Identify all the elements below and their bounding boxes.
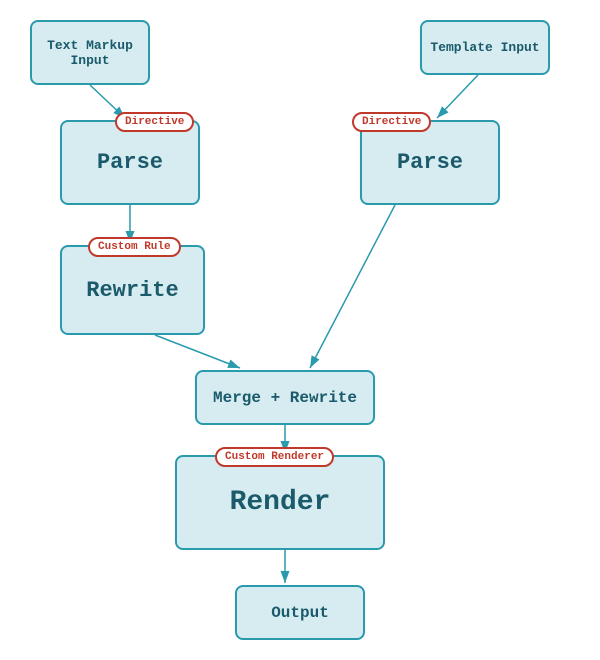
text-markup-input-label: Text Markup Input (32, 38, 148, 68)
merge-rewrite-label: Merge + Rewrite (213, 389, 357, 407)
parse-right-node: Parse (360, 120, 500, 205)
merge-rewrite-node: Merge + Rewrite (195, 370, 375, 425)
rewrite-node: Rewrite (60, 245, 205, 335)
parse-left-label: Parse (97, 150, 163, 175)
directive-left-badge: Directive (115, 112, 194, 132)
template-input-label: Template Input (430, 40, 539, 55)
diagram: Text Markup Input Template Input Parse D… (0, 0, 600, 660)
output-node: Output (235, 585, 365, 640)
custom-rule-badge: Custom Rule (88, 237, 181, 257)
directive-right-text: Directive (362, 116, 421, 128)
custom-renderer-badge: Custom Renderer (215, 447, 334, 467)
custom-rule-text: Custom Rule (98, 241, 171, 253)
render-label: Render (230, 487, 331, 518)
directive-right-badge: Directive (352, 112, 431, 132)
directive-left-text: Directive (125, 116, 184, 128)
text-markup-input-node: Text Markup Input (30, 20, 150, 85)
parse-right-label: Parse (397, 150, 463, 175)
custom-renderer-text: Custom Renderer (225, 451, 324, 463)
render-node: Render (175, 455, 385, 550)
output-label: Output (271, 604, 329, 622)
rewrite-label: Rewrite (86, 278, 178, 303)
parse-left-node: Parse (60, 120, 200, 205)
template-input-node: Template Input (420, 20, 550, 75)
